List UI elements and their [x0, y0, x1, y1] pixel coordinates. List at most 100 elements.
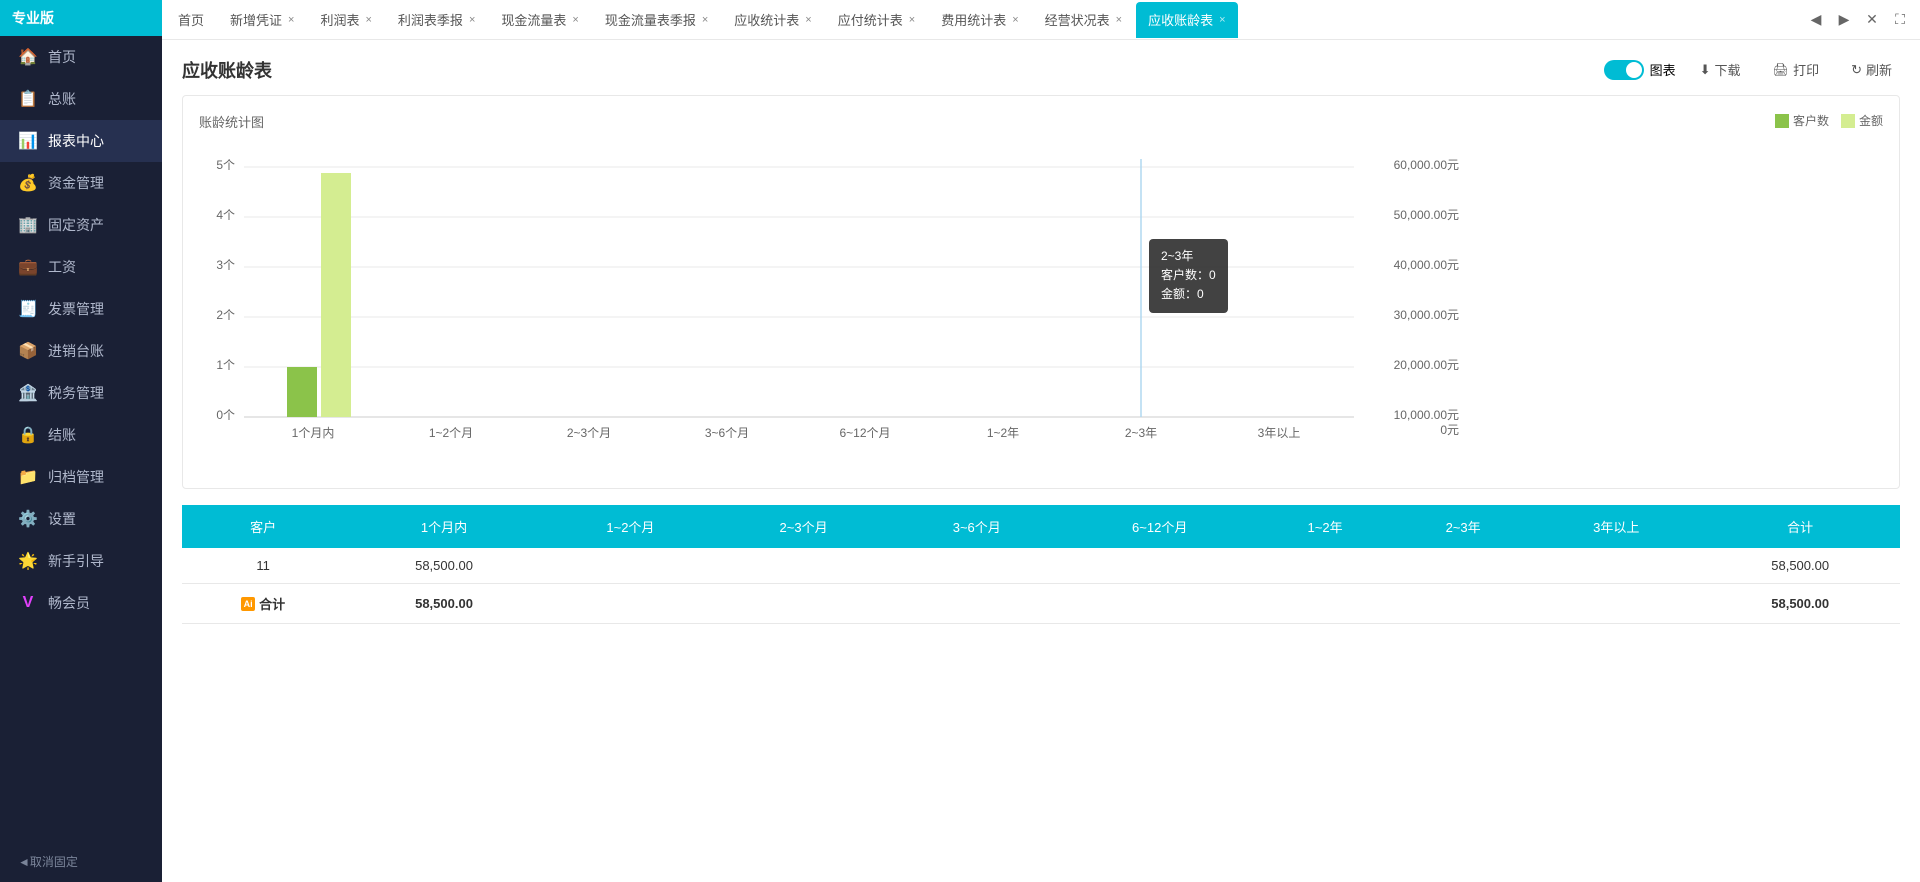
- tab-profit-quarterly-label: 利润表季报: [398, 10, 463, 29]
- tab-business-status-close[interactable]: ×: [1116, 14, 1122, 26]
- sidebar-label-closing: 结账: [48, 425, 76, 445]
- sidebar-item-ledger[interactable]: 📋 总账: [0, 78, 162, 120]
- tab-bar: 首页 新增凭证 × 利润表 × 利润表季报 × 现金流量表 × 现金流量表季报 …: [162, 0, 1920, 40]
- sidebar-item-reports[interactable]: 📊 报表中心: [0, 120, 162, 162]
- funds-icon: 💰: [18, 173, 38, 193]
- tab-profit-quarterly-close[interactable]: ×: [469, 14, 475, 26]
- legend-customers: 客户数: [1775, 112, 1829, 129]
- cell-total-label: Ai 合计: [182, 584, 344, 624]
- sidebar-item-sales[interactable]: 📦 进销台账: [0, 330, 162, 372]
- tab-expense-stats-close[interactable]: ×: [1012, 14, 1018, 26]
- tab-profit-quarterly[interactable]: 利润表季报 ×: [386, 2, 487, 38]
- tax-icon: 🏦: [18, 383, 38, 403]
- tab-home[interactable]: 首页: [166, 2, 216, 38]
- download-button[interactable]: ⬇ 下载: [1692, 56, 1749, 83]
- sidebar-item-invoice[interactable]: 🧾 发票管理: [0, 288, 162, 330]
- home-icon: 🏠: [18, 47, 38, 67]
- tab-controls: ◀ ▶ ✕ ⛶: [1804, 8, 1916, 32]
- tab-voucher-close[interactable]: ×: [288, 14, 294, 26]
- tab-home-label: 首页: [178, 10, 204, 29]
- sidebar-item-tax[interactable]: 🏦 税务管理: [0, 372, 162, 414]
- legend-amount: 金额: [1841, 112, 1883, 129]
- th-3plus-year: 3年以上: [1532, 505, 1700, 548]
- tab-aging-close[interactable]: ×: [1219, 14, 1225, 26]
- tab-cashflow[interactable]: 现金流量表 ×: [489, 2, 590, 38]
- table-total-row: Ai 合计 58,500.00 58,500.00: [182, 584, 1900, 624]
- refresh-label: 刷新: [1866, 60, 1892, 79]
- tab-business-status[interactable]: 经营状况表 ×: [1033, 2, 1134, 38]
- sidebar-item-guide[interactable]: 🌟 新手引导: [0, 540, 162, 582]
- svg-text:2~3个月: 2~3个月: [567, 426, 611, 440]
- sidebar-item-salary[interactable]: 💼 工资: [0, 246, 162, 288]
- tab-prev-button[interactable]: ◀: [1804, 8, 1828, 32]
- sidebar-item-assets[interactable]: 🏢 固定资产: [0, 204, 162, 246]
- toggle-pin-button[interactable]: ◄取消固定: [0, 841, 162, 882]
- sidebar-label-sales: 进销台账: [48, 341, 104, 361]
- tab-voucher[interactable]: 新增凭证 ×: [218, 2, 306, 38]
- tab-aging[interactable]: 应收账龄表 ×: [1136, 2, 1237, 38]
- app-logo: 专业版: [0, 0, 162, 36]
- tab-payable-stats[interactable]: 应付统计表 ×: [826, 2, 927, 38]
- refresh-button[interactable]: ↻ 刷新: [1843, 56, 1900, 83]
- cell-total-6-12month: [1063, 584, 1256, 624]
- sidebar-item-vip[interactable]: V 畅会员: [0, 582, 162, 624]
- sidebar-item-closing[interactable]: 🔒 结账: [0, 414, 162, 456]
- tab-aging-label: 应收账龄表: [1148, 10, 1213, 29]
- tab-cashflow-quarterly-close[interactable]: ×: [702, 14, 708, 26]
- th-1-2month: 1~2个月: [544, 505, 717, 548]
- tab-close-all-button[interactable]: ✕: [1860, 8, 1884, 32]
- refresh-icon: ↻: [1851, 62, 1862, 78]
- svg-text:50,000.00元: 50,000.00元: [1394, 208, 1459, 222]
- sidebar-label-settings: 设置: [48, 509, 76, 529]
- sidebar-item-archive[interactable]: 📁 归档管理: [0, 456, 162, 498]
- svg-text:3个: 3个: [216, 258, 235, 272]
- th-3-6month: 3~6个月: [890, 505, 1063, 548]
- cell-total-1-2year: [1256, 584, 1394, 624]
- sidebar-label-assets: 固定资产: [48, 215, 104, 235]
- cell-customer-0: 11: [182, 548, 344, 584]
- svg-text:0元: 0元: [1440, 423, 1459, 437]
- tab-profit-close[interactable]: ×: [365, 14, 371, 26]
- cell-1month-0: 58,500.00: [344, 548, 544, 584]
- tab-payable-stats-close[interactable]: ×: [909, 14, 915, 26]
- th-1month: 1个月内: [344, 505, 544, 548]
- svg-text:30,000.00元: 30,000.00元: [1394, 308, 1459, 322]
- cell-total-2-3year: [1394, 584, 1532, 624]
- chart-toggle-label: 图表: [1650, 60, 1676, 79]
- svg-text:40,000.00元: 40,000.00元: [1394, 258, 1459, 272]
- closing-icon: 🔒: [18, 425, 38, 445]
- svg-text:1个: 1个: [216, 358, 235, 372]
- sales-icon: 📦: [18, 341, 38, 361]
- print-label: 打印: [1793, 60, 1819, 79]
- sidebar: 专业版 🏠 首页 📋 总账 📊 报表中心 💰 资金管理 🏢 固定资产 💼 工资 …: [0, 0, 162, 882]
- data-table: 客户 1个月内 1~2个月 2~3个月 3~6个月 6~12个月 1~2年 2~…: [182, 505, 1900, 624]
- tab-profit-label: 利润表: [320, 10, 359, 29]
- tab-profit[interactable]: 利润表 ×: [308, 2, 383, 38]
- download-icon: ⬇: [1700, 62, 1711, 78]
- table-header-row: 客户 1个月内 1~2个月 2~3个月 3~6个月 6~12个月 1~2年 2~…: [182, 505, 1900, 548]
- sidebar-item-settings[interactable]: ⚙️ 设置: [0, 498, 162, 540]
- tab-next-button[interactable]: ▶: [1832, 8, 1856, 32]
- tab-expand-button[interactable]: ⛶: [1888, 8, 1912, 32]
- print-button[interactable]: 🖨 打印: [1765, 56, 1828, 83]
- cell-total-3plus-year: [1532, 584, 1700, 624]
- tab-receivable-stats-close[interactable]: ×: [805, 14, 811, 26]
- settings-icon: ⚙️: [18, 509, 38, 529]
- chart-toggle[interactable]: [1604, 60, 1644, 80]
- tab-cashflow-close[interactable]: ×: [572, 14, 578, 26]
- cell-2-3year-0: [1394, 548, 1532, 584]
- sidebar-label-tax: 税务管理: [48, 383, 104, 403]
- tab-receivable-stats[interactable]: 应收统计表 ×: [722, 2, 823, 38]
- reports-icon: 📊: [18, 131, 38, 151]
- tab-cashflow-quarterly[interactable]: 现金流量表季报 ×: [593, 2, 720, 38]
- cell-total-2-3month: [717, 584, 890, 624]
- sidebar-item-home[interactable]: 🏠 首页: [0, 36, 162, 78]
- legend-customers-dot: [1775, 114, 1789, 128]
- cell-1-2month-0: [544, 548, 717, 584]
- sidebar-item-funds[interactable]: 💰 资金管理: [0, 162, 162, 204]
- tab-expense-stats[interactable]: 费用统计表 ×: [929, 2, 1030, 38]
- cell-2-3month-0: [717, 548, 890, 584]
- chart-legend: 客户数 金额: [1775, 112, 1883, 129]
- tab-expense-stats-label: 费用统计表: [941, 10, 1006, 29]
- legend-amount-dot: [1841, 114, 1855, 128]
